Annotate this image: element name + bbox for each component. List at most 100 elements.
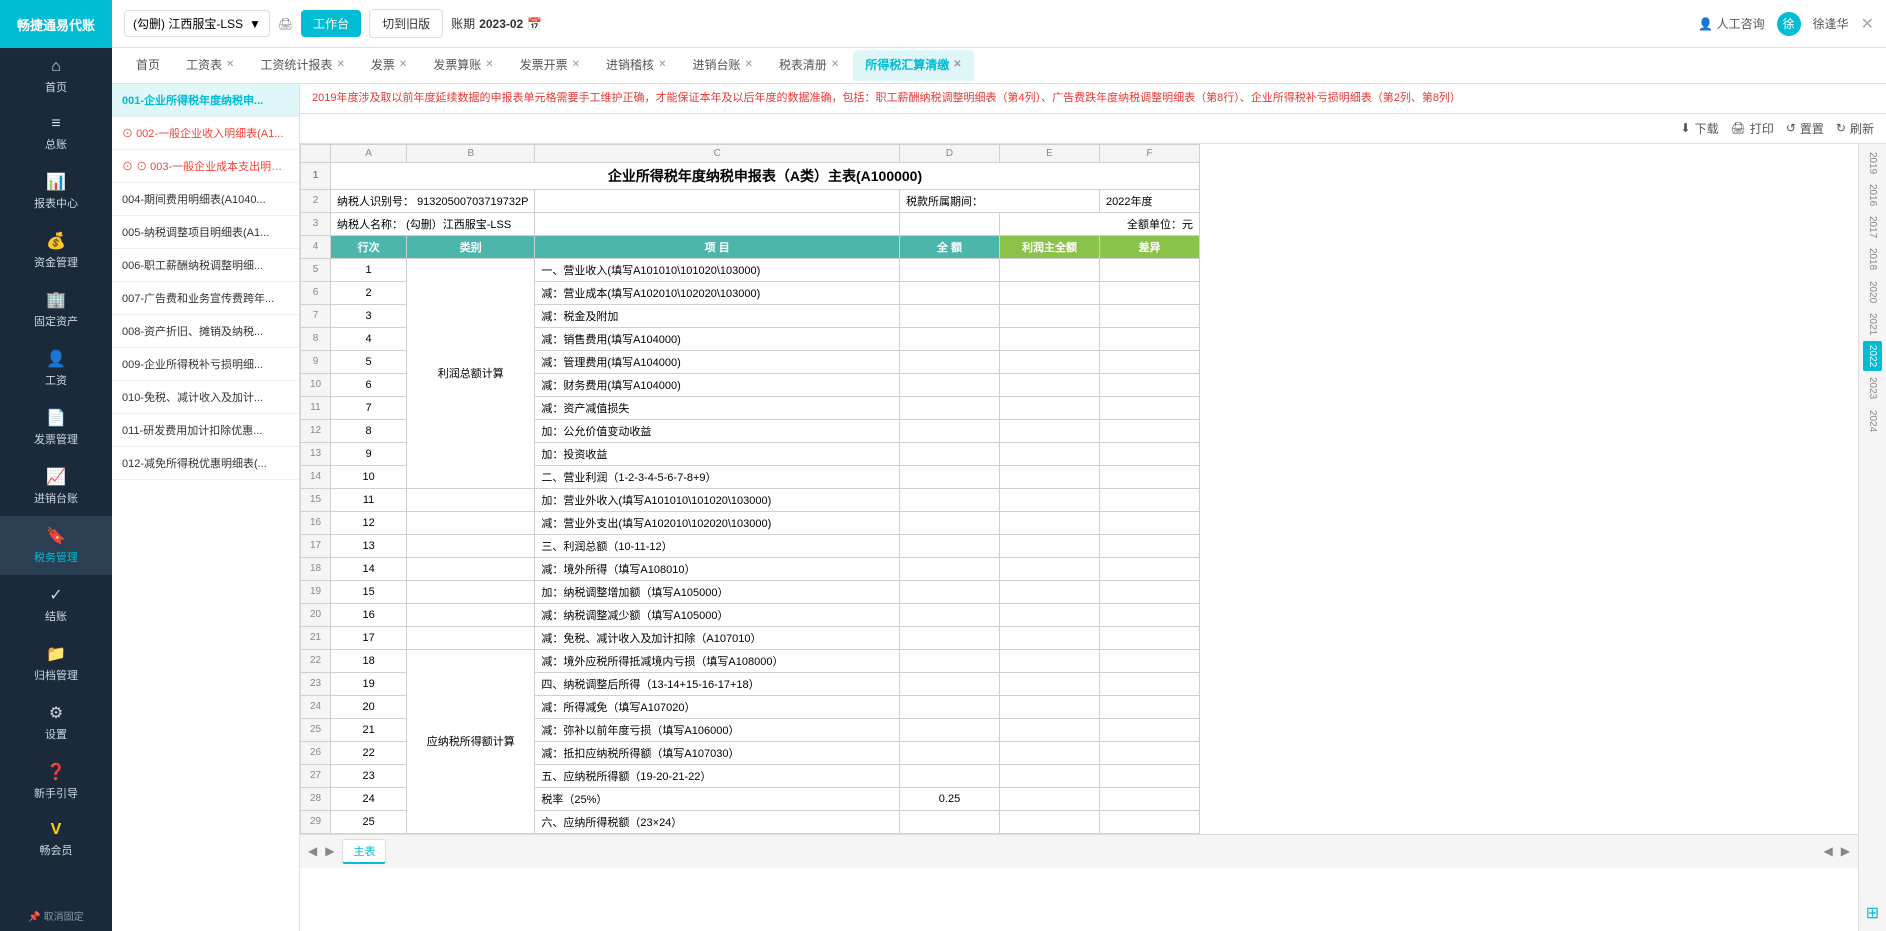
tab-invoice-open-close[interactable]: ✕ bbox=[572, 59, 580, 70]
sidebar-item-label: 固定资产 bbox=[34, 313, 78, 329]
tab-tax-calc[interactable]: 所得税汇算清缴 ✕ bbox=[853, 50, 973, 81]
workbench-button[interactable]: 工作台 bbox=[301, 10, 361, 37]
year-2017[interactable]: 2017 bbox=[1863, 212, 1882, 242]
print-icon[interactable]: 🖨 bbox=[278, 17, 293, 31]
sidebar-item-salary[interactable]: 👤 工资 bbox=[0, 339, 112, 398]
left-panel-item-011[interactable]: 011-研发费用加计扣除优惠... bbox=[112, 414, 299, 447]
dropdown-icon: ▼ bbox=[249, 17, 261, 31]
tab-salary[interactable]: 工资表 ✕ bbox=[174, 50, 246, 81]
tab-sales-audit-close[interactable]: ✕ bbox=[658, 59, 666, 70]
tab-invoice[interactable]: 发票 ✕ bbox=[359, 50, 419, 81]
year-2021[interactable]: 2021 bbox=[1863, 309, 1882, 339]
topbar-right: 👤 人工咨询 徐 徐逢华 ✕ bbox=[1698, 12, 1874, 36]
sidebar-item-tax[interactable]: 🔖 税务管理 bbox=[0, 516, 112, 575]
left-panel-item-002[interactable]: 002-一般企业收入明细表(A1... bbox=[112, 117, 299, 150]
tab-home[interactable]: 首页 bbox=[124, 50, 172, 81]
member-icon: V bbox=[51, 821, 62, 839]
expand-icon[interactable]: ⊞ bbox=[1862, 899, 1883, 927]
sidebar-item-label: 总账 bbox=[45, 136, 67, 152]
app-logo: 畅捷通易代账 bbox=[0, 0, 112, 48]
tab-salary-report[interactable]: 工资统计报表 ✕ bbox=[248, 50, 356, 81]
switch-old-button[interactable]: 切到旧版 bbox=[369, 9, 443, 38]
sidebar-item-label: 归档管理 bbox=[34, 667, 78, 683]
left-panel-item-010[interactable]: 010-免税、减计收入及加计... bbox=[112, 381, 299, 414]
tab-invoice-close[interactable]: ✕ bbox=[399, 59, 407, 70]
tab-tax-list-close[interactable]: ✕ bbox=[831, 59, 839, 70]
sidebar-item-sales[interactable]: 📈 进销台账 bbox=[0, 457, 112, 516]
tab-invoice-open[interactable]: 发票开票 ✕ bbox=[508, 50, 592, 81]
sidebar-item-setting[interactable]: ⚙ 设置 bbox=[0, 693, 112, 752]
fund-icon: 💰 bbox=[46, 231, 66, 251]
sidebar-item-report[interactable]: 📊 报表中心 bbox=[0, 162, 112, 221]
tab-invoice-calc-close[interactable]: ✕ bbox=[485, 59, 493, 70]
print-button[interactable]: 🖨 打印 bbox=[1731, 120, 1774, 137]
tab-tax-calc-close[interactable]: ✕ bbox=[953, 59, 961, 70]
col-d-header: D bbox=[900, 144, 1000, 162]
tab-tax-list[interactable]: 税表清册 ✕ bbox=[767, 50, 851, 81]
sidebar-item-fund[interactable]: 💰 资金管理 bbox=[0, 221, 112, 280]
user-service[interactable]: 👤 人工咨询 bbox=[1698, 15, 1764, 32]
left-panel-item-004[interactable]: 004-期间费用明细表(A1040... bbox=[112, 183, 299, 216]
sidebar-item-home[interactable]: ⌂ 首页 bbox=[0, 48, 112, 105]
tab-sales-ledger-close[interactable]: ✕ bbox=[744, 59, 752, 70]
report-icon: 📊 bbox=[46, 172, 66, 192]
left-panel-item-009[interactable]: 009-企业所得税补亏损明细... bbox=[112, 348, 299, 381]
reset-button[interactable]: ↺ 置置 bbox=[1786, 120, 1824, 137]
close-icon[interactable]: ✕ bbox=[1861, 14, 1874, 34]
sidebar-item-label: 设置 bbox=[45, 726, 67, 742]
home-icon: ⌂ bbox=[51, 58, 61, 76]
scroll-right-icon[interactable]: ▶ bbox=[1841, 844, 1850, 858]
left-panel: 001-企业所得税年度纳税申... 002-一般企业收入明细表(A1... ⊙ … bbox=[112, 84, 300, 931]
table-row: 22 18 应纳税所得额计算 减：境外应税所得抵减境内亏损（填写A108000） bbox=[301, 649, 1200, 672]
left-panel-item-012[interactable]: 012-减免所得税优惠明细表(... bbox=[112, 447, 299, 480]
sidebar-item-label: 进销台账 bbox=[34, 490, 78, 506]
year-2024[interactable]: 2024 bbox=[1863, 406, 1882, 436]
tab-sales-audit[interactable]: 进销稽核 ✕ bbox=[594, 50, 678, 81]
left-panel-item-008[interactable]: 008-资产折旧、摊销及纳税... bbox=[112, 315, 299, 348]
sidebar-item-ledger[interactable]: ≡ 总账 bbox=[0, 105, 112, 162]
table-header-row: 4 行次 类别 项 目 全 额 利润主全额 差异 bbox=[301, 235, 1200, 258]
year-2016[interactable]: 2016 bbox=[1863, 180, 1882, 210]
main-area: (勾删) 江西服宝-LSS ▼ 🖨 工作台 切到旧版 账期 2023-02 📅 … bbox=[112, 0, 1886, 931]
sheet-nav-left[interactable]: ◀ bbox=[308, 844, 317, 858]
sidebar-item-settle[interactable]: ✓ 结账 bbox=[0, 575, 112, 634]
left-panel-item-006[interactable]: 006-职工薪酬纳税调整明细... bbox=[112, 249, 299, 282]
refresh-button[interactable]: ↻ 刷新 bbox=[1836, 120, 1874, 137]
year-2018[interactable]: 2018 bbox=[1863, 244, 1882, 274]
username: 徐逢华 bbox=[1813, 15, 1849, 32]
tab-invoice-calc[interactable]: 发票算账 ✕ bbox=[421, 50, 505, 81]
year-panel: 2019 2016 2017 2018 2020 2021 2022 2023 … bbox=[1858, 144, 1886, 931]
year-2020[interactable]: 2020 bbox=[1863, 277, 1882, 307]
sidebar-item-guide[interactable]: ❓ 新手引导 bbox=[0, 752, 112, 811]
table-container[interactable]: A B C D E F 1 企业所 bbox=[300, 144, 1858, 931]
sidebar-item-label: 新手引导 bbox=[34, 785, 78, 801]
print-icon: 🖨 bbox=[1731, 121, 1746, 135]
left-panel-item-001[interactable]: 001-企业所得税年度纳税申... bbox=[112, 84, 299, 117]
tab-salary-close[interactable]: ✕ bbox=[226, 59, 234, 70]
year-2019[interactable]: 2019 bbox=[1863, 148, 1882, 178]
calendar-icon[interactable]: 📅 bbox=[527, 17, 542, 31]
sidebar-item-label: 工资 bbox=[45, 372, 67, 388]
guide-icon: ❓ bbox=[46, 762, 66, 782]
tab-sales-ledger[interactable]: 进销台账 ✕ bbox=[680, 50, 764, 81]
company-selector[interactable]: (勾删) 江西服宝-LSS ▼ bbox=[124, 10, 270, 37]
sidebar-item-invoice[interactable]: 📄 发票管理 bbox=[0, 398, 112, 457]
left-panel-item-003[interactable]: ⊙ 003-一般企业成本支出明细... bbox=[112, 150, 299, 183]
year-2023[interactable]: 2023 bbox=[1863, 373, 1882, 403]
sheet-table: A B C D E F 1 企业所 bbox=[300, 144, 1200, 834]
sidebar-item-asset[interactable]: 🏢 固定资产 bbox=[0, 280, 112, 339]
sheet-tab-main[interactable]: 主表 bbox=[342, 839, 386, 864]
scroll-left-icon[interactable]: ◀ bbox=[1824, 844, 1833, 858]
left-panel-item-007[interactable]: 007-广告费和业务宣传费跨年... bbox=[112, 282, 299, 315]
sheet-nav-right[interactable]: ▶ bbox=[325, 844, 334, 858]
left-panel-item-005[interactable]: 005-纳税调整项目明细表(A1... bbox=[112, 216, 299, 249]
download-button[interactable]: ⬇ 下载 bbox=[1681, 120, 1719, 137]
sidebar-item-archive[interactable]: 📁 归档管理 bbox=[0, 634, 112, 693]
invoice-icon: 📄 bbox=[46, 408, 66, 428]
tab-salary-report-close[interactable]: ✕ bbox=[336, 59, 344, 70]
category-taxable: 应纳税所得额计算 bbox=[407, 649, 535, 833]
sidebar-pin-toggle[interactable]: 📌 取消固定 bbox=[0, 900, 112, 931]
year-2022[interactable]: 2022 bbox=[1863, 341, 1882, 371]
sidebar-item-member[interactable]: V 畅会员 bbox=[0, 811, 112, 868]
table-title: 企业所得税年度纳税申报表（A类）主表(A100000) bbox=[331, 162, 1200, 189]
